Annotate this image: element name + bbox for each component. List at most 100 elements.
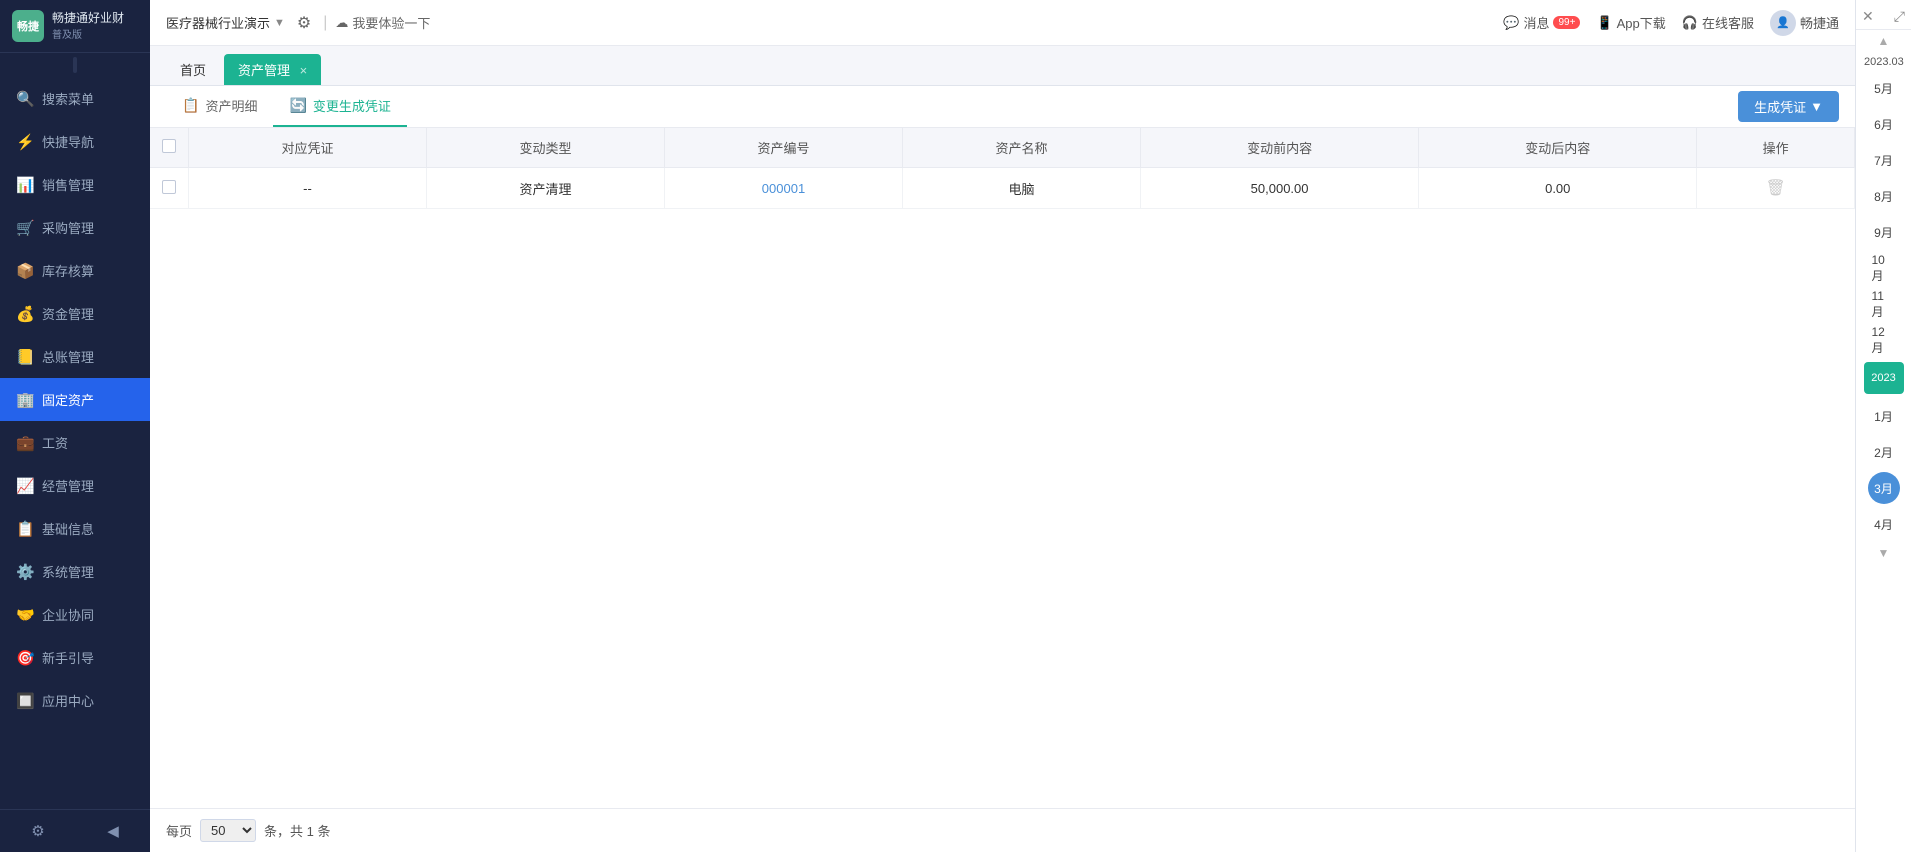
tabs-bar: 首页 资产管理 × bbox=[150, 46, 1855, 86]
change-voucher-icon: 🔄 bbox=[289, 97, 306, 114]
table-row: -- 资产清理 000001 电脑 50,000.00 bbox=[150, 168, 1855, 209]
nav-list: 🔍 搜索菜单 ⚡ 快捷导航 📊 销售管理 🛒 采购管理 📦 库存核算 💰 资金管… bbox=[0, 77, 150, 809]
sidebar-item-guide[interactable]: 🎯 新手引导 bbox=[0, 636, 150, 679]
settings-icon[interactable]: ⚙ bbox=[293, 9, 315, 37]
col-voucher: 对应凭证 bbox=[189, 128, 427, 168]
message-action[interactable]: 💬 消息 99+ bbox=[1503, 13, 1580, 32]
per-page-select[interactable]: 50 100 200 bbox=[200, 819, 256, 842]
asset-table: 对应凭证 变动类型 资产编号 资产名称 变动前内容 bbox=[150, 128, 1855, 209]
tab-asset-mgmt[interactable]: 资产管理 × bbox=[224, 54, 321, 85]
sidebar-item-ledger[interactable]: 📒 总账管理 bbox=[0, 335, 150, 378]
sidebar-item-purchase[interactable]: 🛒 采购管理 bbox=[0, 206, 150, 249]
collapse-btn[interactable]: ◀ bbox=[99, 818, 127, 844]
cal-month-apr[interactable]: 4月 bbox=[1868, 508, 1900, 540]
col-asset-no: 资产编号 bbox=[665, 128, 903, 168]
sidebar-item-search[interactable]: 🔍 搜索菜单 bbox=[0, 77, 150, 120]
sidebar-item-basic-info[interactable]: 📋 基础信息 bbox=[0, 507, 150, 550]
sidebar-item-app-center[interactable]: 🔲 应用中心 bbox=[0, 679, 150, 722]
company-name: 医疗器械行业演示 bbox=[166, 13, 270, 32]
cal-month-12[interactable]: 12月 bbox=[1868, 324, 1900, 356]
chevron-up-icon: ▲ bbox=[1878, 34, 1890, 48]
sidebar-item-label: 搜索菜单 bbox=[42, 89, 94, 108]
delete-icon[interactable]: 🗑 bbox=[1766, 180, 1786, 197]
message-badge: 99+ bbox=[1553, 16, 1580, 29]
ledger-icon: 📒 bbox=[16, 348, 34, 366]
sidebar-item-inventory[interactable]: 📦 库存核算 bbox=[0, 249, 150, 292]
header-right: 💬 消息 99+ 📱 App下载 🎧 在线客服 👤 畅捷通 bbox=[1503, 10, 1839, 36]
user-action[interactable]: 👤 畅捷通 bbox=[1770, 10, 1839, 36]
purchase-icon: 🛒 bbox=[16, 219, 34, 237]
row-checkbox[interactable] bbox=[162, 180, 176, 194]
cal-scroll-up[interactable]: ▲ bbox=[1856, 30, 1911, 52]
cell-asset-no[interactable]: 000001 bbox=[665, 168, 903, 209]
tab-close-icon[interactable]: × bbox=[300, 63, 308, 78]
sidebar-item-quick-nav[interactable]: ⚡ 快捷导航 bbox=[0, 120, 150, 163]
sidebar-item-funds[interactable]: 💰 资金管理 bbox=[0, 292, 150, 335]
online-service-action[interactable]: 🎧 在线客服 bbox=[1682, 13, 1754, 32]
cal-current-year[interactable]: 2023 bbox=[1864, 362, 1904, 394]
app-download-action[interactable]: 📱 App下载 bbox=[1596, 13, 1665, 32]
company-selector[interactable]: 医疗器械行业演示 ▼ bbox=[166, 13, 285, 32]
cal-month-8[interactable]: 8月 bbox=[1868, 180, 1900, 212]
cell-action[interactable]: 🗑 bbox=[1697, 168, 1855, 209]
col-before: 变动前内容 bbox=[1141, 128, 1419, 168]
cal-scroll-down[interactable]: ▼ bbox=[1856, 542, 1911, 564]
pagination: 每页 50 100 200 条，共 1 条 bbox=[150, 808, 1855, 852]
sidebar-logo: 畅捷 畅捷通好业财 普及版 bbox=[0, 0, 150, 53]
cell-asset-name: 电脑 bbox=[903, 168, 1141, 209]
logo-icon: 畅捷 bbox=[12, 10, 44, 42]
calendar-header: ✕ ⤢ bbox=[1856, 4, 1911, 30]
cal-month-5[interactable]: 5月 bbox=[1868, 72, 1900, 104]
cooperation-icon: 🤝 bbox=[16, 606, 34, 624]
funds-icon: 💰 bbox=[16, 305, 34, 323]
tab-home[interactable]: 首页 bbox=[166, 54, 220, 85]
cal-month-10[interactable]: 10月 bbox=[1868, 252, 1900, 284]
quick-nav-icon: ⚡ bbox=[16, 133, 34, 151]
col-asset-name: 资产名称 bbox=[903, 128, 1141, 168]
settings-bottom-btn[interactable]: ⚙ bbox=[23, 818, 52, 844]
dropdown-icon: ▼ bbox=[274, 17, 285, 29]
select-all-checkbox[interactable] bbox=[162, 139, 176, 153]
calendar-expand-icon[interactable]: ⤢ bbox=[1894, 8, 1905, 25]
cell-voucher: -- bbox=[189, 168, 427, 209]
divider: | bbox=[323, 14, 327, 32]
sidebar-item-fixed-assets[interactable]: 🏢 固定资产 bbox=[0, 378, 150, 421]
fixed-assets-icon: 🏢 bbox=[16, 391, 34, 409]
select-all-cell[interactable] bbox=[150, 128, 189, 168]
per-page-unit: 条，共 1 条 bbox=[264, 821, 331, 840]
sub-tabs: 📋 资产明细 🔄 变更生成凭证 生成凭证 ▼ bbox=[150, 86, 1855, 128]
sidebar-item-sales[interactable]: 📊 销售管理 bbox=[0, 163, 150, 206]
chevron-down-icon: ▼ bbox=[1878, 546, 1890, 560]
cal-month-9[interactable]: 9月 bbox=[1868, 216, 1900, 248]
cal-month-mar[interactable]: 3月 bbox=[1868, 472, 1900, 504]
cal-month-feb[interactable]: 2月 bbox=[1868, 436, 1900, 468]
gen-dropdown-icon: ▼ bbox=[1810, 99, 1823, 114]
cal-month-11[interactable]: 11月 bbox=[1868, 288, 1900, 320]
cal-month-jan[interactable]: 1月 bbox=[1868, 400, 1900, 432]
per-page-label: 每页 bbox=[166, 821, 192, 840]
cell-change-type: 资产清理 bbox=[427, 168, 665, 209]
sidebar-item-payroll[interactable]: 💼 工资 bbox=[0, 421, 150, 464]
cal-month-6[interactable]: 6月 bbox=[1868, 108, 1900, 140]
message-icon: 💬 bbox=[1503, 15, 1519, 31]
sub-tab-change-voucher[interactable]: 🔄 变更生成凭证 bbox=[273, 86, 406, 127]
sub-tab-asset-detail[interactable]: 📋 资产明细 bbox=[166, 86, 273, 127]
table-wrapper: 对应凭证 变动类型 资产编号 资产名称 变动前内容 bbox=[150, 128, 1855, 808]
cal-prev-year: 2023.03 bbox=[1856, 52, 1911, 70]
search-icon: 🔍 bbox=[16, 90, 34, 108]
sidebar-item-cooperation[interactable]: 🤝 企业协同 bbox=[0, 593, 150, 636]
asset-detail-icon: 📋 bbox=[182, 97, 199, 114]
experience-button[interactable]: ☁ 我要体验一下 bbox=[335, 13, 430, 32]
sales-icon: 📊 bbox=[16, 176, 34, 194]
headset-icon: 🎧 bbox=[1682, 15, 1698, 31]
generate-voucher-button[interactable]: 生成凭证 ▼ bbox=[1738, 91, 1839, 122]
guide-icon: 🎯 bbox=[16, 649, 34, 667]
sidebar-item-system[interactable]: ⚙️ 系统管理 bbox=[0, 550, 150, 593]
cal-month-7[interactable]: 7月 bbox=[1868, 144, 1900, 176]
sidebar-item-operations[interactable]: 📈 经营管理 bbox=[0, 464, 150, 507]
calendar-panel: ✕ ⤢ ▲ 2023.03 5月 6月 7月 8月 9月 10月 11月 12月… bbox=[1855, 0, 1911, 852]
scroll-up-indicator bbox=[0, 53, 150, 77]
col-change-type: 变动类型 bbox=[427, 128, 665, 168]
calendar-close-icon[interactable]: ✕ bbox=[1862, 8, 1874, 25]
inventory-icon: 📦 bbox=[16, 262, 34, 280]
